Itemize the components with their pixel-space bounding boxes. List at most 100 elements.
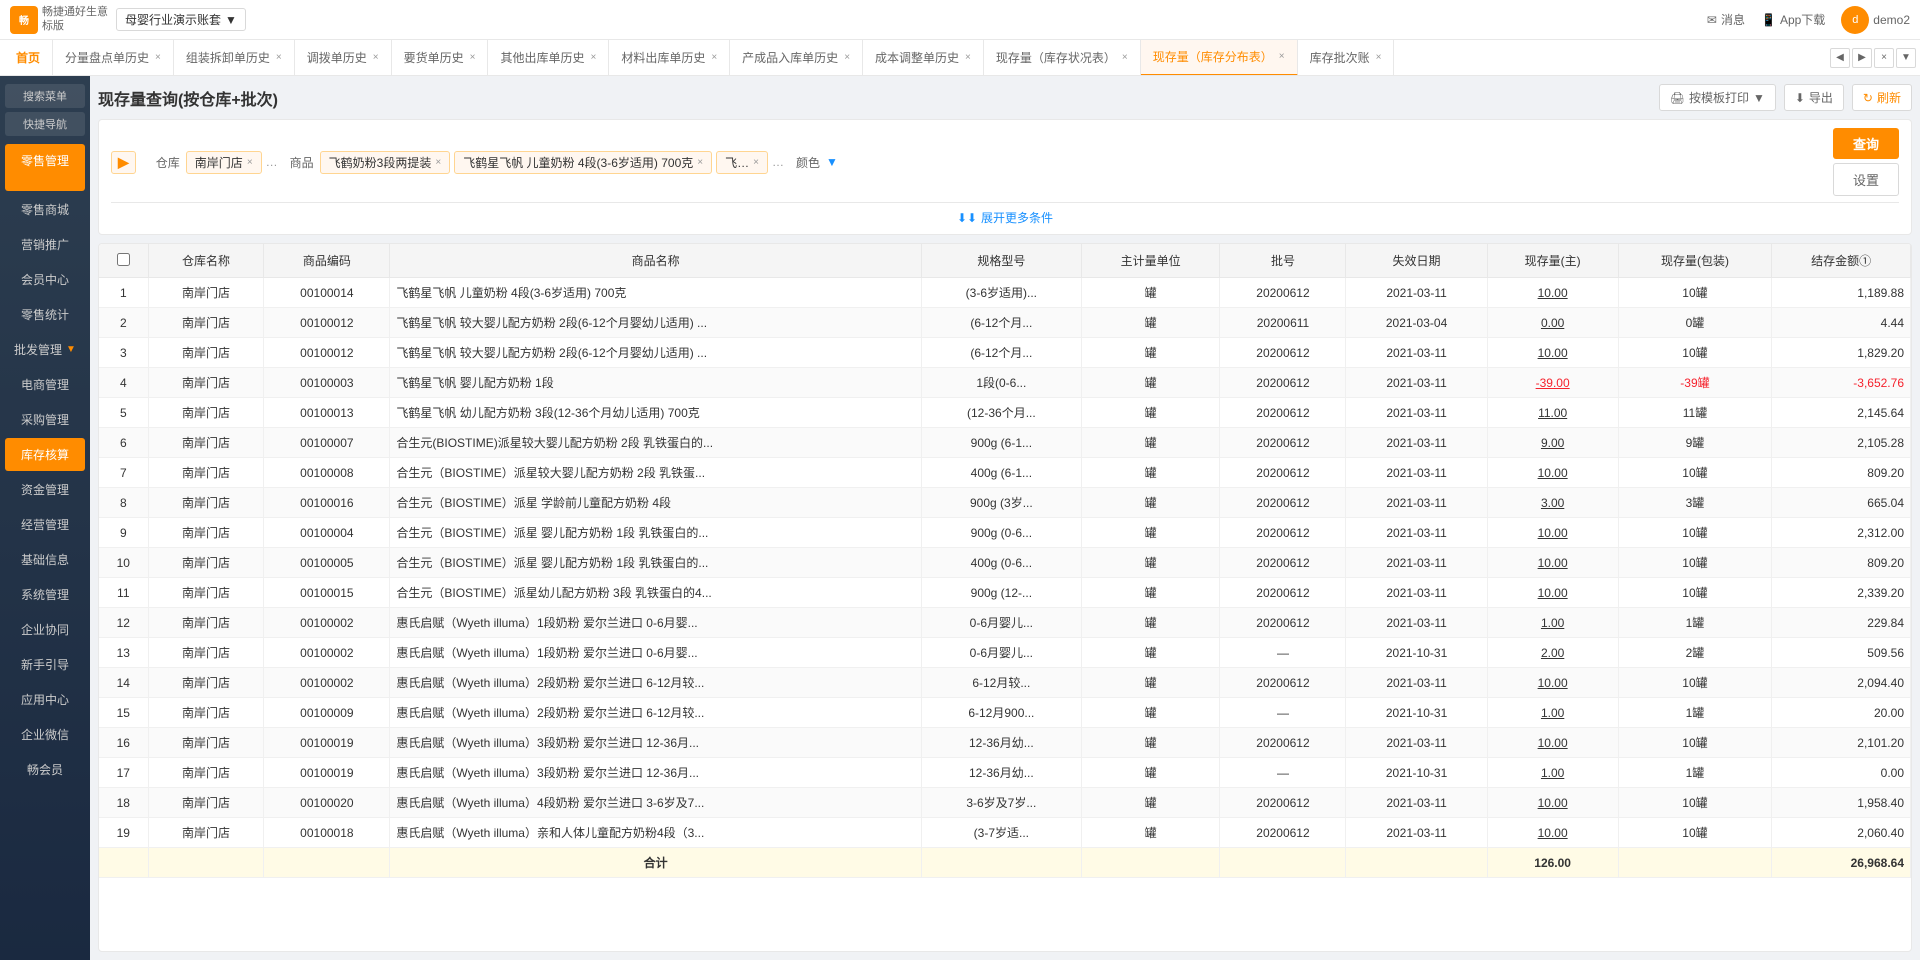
tag-close-icon[interactable]: × — [247, 157, 253, 168]
tab-other-outbound[interactable]: 其他出库单历史 × — [488, 40, 609, 76]
tab-close-icon[interactable]: × — [155, 52, 161, 63]
more-product-tags-btn[interactable]: … — [772, 155, 784, 169]
nav-tabs: 首页 分量盘点单历史 × 组装拆卸单历史 × 调拨单历史 × 要货单历史 × 其… — [0, 40, 1920, 76]
sidebar-item-operations[interactable]: 经营管理 — [5, 508, 85, 541]
sidebar-item-marketing[interactable]: 营销推广 — [5, 228, 85, 261]
tab-stock-status[interactable]: 现存量（库存状况表） × — [984, 40, 1141, 76]
tab-home[interactable]: 首页 — [4, 40, 53, 76]
cell-expire: 2021-03-11 — [1346, 518, 1487, 548]
tab-product-inbound[interactable]: 产成品入库单历史 × — [730, 40, 863, 76]
sidebar-item-inventory[interactable]: 库存核算 — [5, 438, 85, 471]
cell-amount: 809.20 — [1772, 548, 1911, 578]
product-tag-1[interactable]: 飞鹤奶粉3段两提装 × — [320, 151, 451, 174]
tab-material-outbound[interactable]: 材料出库单历史 × — [609, 40, 730, 76]
cell-num: 15 — [99, 698, 148, 728]
tab-close-icon[interactable]: × — [1122, 52, 1128, 63]
warehouse-tag[interactable]: 南岸门店 × — [186, 151, 262, 174]
user-menu[interactable]: d demo2 — [1841, 6, 1910, 34]
sidebar-item-finance[interactable]: 资金管理 — [5, 473, 85, 506]
tab-close-icon[interactable]: × — [373, 52, 379, 63]
tab-close-all-btn[interactable]: × — [1874, 48, 1894, 68]
cell-unit: 罐 — [1081, 788, 1220, 818]
sidebar-item-wechat[interactable]: 企业微信 — [5, 718, 85, 751]
sidebar-item-ecommerce[interactable]: 电商管理 — [5, 368, 85, 401]
cell-expire: 2021-03-11 — [1346, 818, 1487, 848]
col-qty-pkg: 现存量(包装) — [1618, 244, 1772, 278]
expand-filter-btn[interactable]: ⬇⬇ 展开更多条件 — [111, 202, 1899, 226]
top-bar-right: ✉ 消息 📱 App下载 d demo2 — [1707, 6, 1910, 34]
sidebar-search[interactable]: 搜索菜单 — [5, 84, 85, 108]
cell-spec: 900g (12-... — [921, 578, 1081, 608]
product-tag-3[interactable]: 飞… × — [716, 151, 768, 174]
sidebar-shortcut[interactable]: 快捷导航 — [5, 112, 85, 136]
tab-close-icon[interactable]: × — [1376, 52, 1382, 63]
data-table-wrap: 仓库名称 商品编码 商品名称 规格型号 主计量单位 批号 失效日期 现存量(主)… — [98, 243, 1912, 952]
cell-amount: 2,094.40 — [1772, 668, 1911, 698]
more-tags-btn[interactable]: … — [266, 155, 278, 169]
cell-num: 12 — [99, 608, 148, 638]
tab-order-history[interactable]: 要货单历史 × — [392, 40, 489, 76]
product-filter: 商品 飞鹤奶粉3段两提装 × 飞鹤星飞帆 儿童奶粉 4段(3-6岁适用) 700… — [290, 151, 784, 174]
export-btn[interactable]: ⬇ 导出 — [1784, 84, 1844, 111]
tab-transfer-history[interactable]: 调拨单历史 × — [295, 40, 392, 76]
tab-close-icon[interactable]: × — [711, 52, 717, 63]
sidebar-item-collab[interactable]: 企业协同 — [5, 613, 85, 646]
cell-qty-main: 1.00 — [1487, 698, 1618, 728]
cell-code: 00100013 — [264, 398, 390, 428]
sidebar-item-wholesale[interactable]: 批发管理 ▼ — [5, 333, 85, 366]
cell-amount: 2,145.64 — [1772, 398, 1911, 428]
filter-collapse-btn[interactable]: ▶ — [111, 151, 136, 174]
tab-split-history[interactable]: 分量盘点单历史 × — [53, 40, 174, 76]
tab-close-icon[interactable]: × — [1279, 51, 1285, 62]
cell-spec: (3-7岁适... — [921, 818, 1081, 848]
sidebar-item-members[interactable]: 会员中心 — [5, 263, 85, 296]
app-download-btn[interactable]: 📱 App下载 — [1761, 11, 1825, 28]
cell-qty-pkg: 1罐 — [1618, 608, 1772, 638]
table-row: 13 南岸门店 00100002 惠氏启赋（Wyeth illuma）1段奶粉 … — [99, 638, 1911, 668]
tab-close-icon[interactable]: × — [276, 52, 282, 63]
tab-assembly-history[interactable]: 组装拆卸单历史 × — [174, 40, 295, 76]
top-bar: 畅 畅捷通好生意 标版 母婴行业演示账套 ▼ ✉ 消息 📱 App下载 d de… — [0, 0, 1920, 40]
tag-close-icon[interactable]: × — [435, 157, 441, 168]
warehouse-tags: 南岸门店 × … — [186, 151, 278, 174]
tab-batch-account[interactable]: 库存批次账 × — [1298, 40, 1395, 76]
cell-qty-pkg: 0罐 — [1618, 308, 1772, 338]
tab-cost-adjust[interactable]: 成本调整单历史 × — [863, 40, 984, 76]
sidebar-item-apps[interactable]: 应用中心 — [5, 683, 85, 716]
cell-qty-pkg: 10罐 — [1618, 338, 1772, 368]
color-dropdown-arrow[interactable]: ▼ — [826, 155, 838, 169]
cell-spec: (12-36个月... — [921, 398, 1081, 428]
tab-next-btn[interactable]: ▶ — [1852, 48, 1872, 68]
search-button[interactable]: 查询 — [1833, 128, 1899, 159]
page-title: 现存量查询(按仓库+批次) — [98, 86, 278, 110]
tab-close-icon[interactable]: × — [965, 52, 971, 63]
product-tag-2[interactable]: 飞鹤星飞帆 儿童奶粉 4段(3-6岁适用) 700克 × — [454, 151, 712, 174]
cell-code: 00100008 — [264, 458, 390, 488]
cell-spec: 6-12月较... — [921, 668, 1081, 698]
tag-close-icon[interactable]: × — [697, 157, 703, 168]
refresh-btn[interactable]: ↻ 刷新 — [1852, 84, 1912, 111]
sidebar-item-retail[interactable]: 零售管理 ▼ — [5, 144, 85, 191]
cell-expire: 2021-03-11 — [1346, 668, 1487, 698]
sidebar-item-retail-mall[interactable]: 零售商城 — [5, 193, 85, 226]
sidebar-item-purchase[interactable]: 采购管理 — [5, 403, 85, 436]
workspace-selector[interactable]: 母婴行业演示账套 ▼ — [116, 8, 246, 31]
table-container[interactable]: 仓库名称 商品编码 商品名称 规格型号 主计量单位 批号 失效日期 现存量(主)… — [99, 244, 1911, 951]
settings-button[interactable]: 设置 — [1833, 163, 1899, 196]
tab-close-icon[interactable]: × — [844, 52, 850, 63]
message-btn[interactable]: ✉ 消息 — [1707, 11, 1745, 28]
cell-name: 惠氏启赋（Wyeth illuma）3段奶粉 爱尔兰进口 12-36月... — [390, 758, 921, 788]
template-print-btn[interactable]: 🖨 按模板打印 ▼ — [1659, 84, 1776, 111]
sidebar-item-system[interactable]: 系统管理 — [5, 578, 85, 611]
tab-stock-distribution[interactable]: 现存量（库存分布表） × — [1141, 40, 1298, 76]
tab-close-icon[interactable]: × — [590, 52, 596, 63]
sidebar-item-member-plus[interactable]: 畅会员 — [5, 753, 85, 786]
select-all-checkbox[interactable] — [117, 253, 130, 266]
tag-close-icon[interactable]: × — [753, 157, 759, 168]
sidebar-item-basics[interactable]: 基础信息 — [5, 543, 85, 576]
tab-menu-btn[interactable]: ▼ — [1896, 48, 1916, 68]
sidebar-item-retail-stats[interactable]: 零售统计 — [5, 298, 85, 331]
sidebar-item-guide[interactable]: 新手引导 — [5, 648, 85, 681]
tab-prev-btn[interactable]: ◀ — [1830, 48, 1850, 68]
tab-close-icon[interactable]: × — [470, 52, 476, 63]
